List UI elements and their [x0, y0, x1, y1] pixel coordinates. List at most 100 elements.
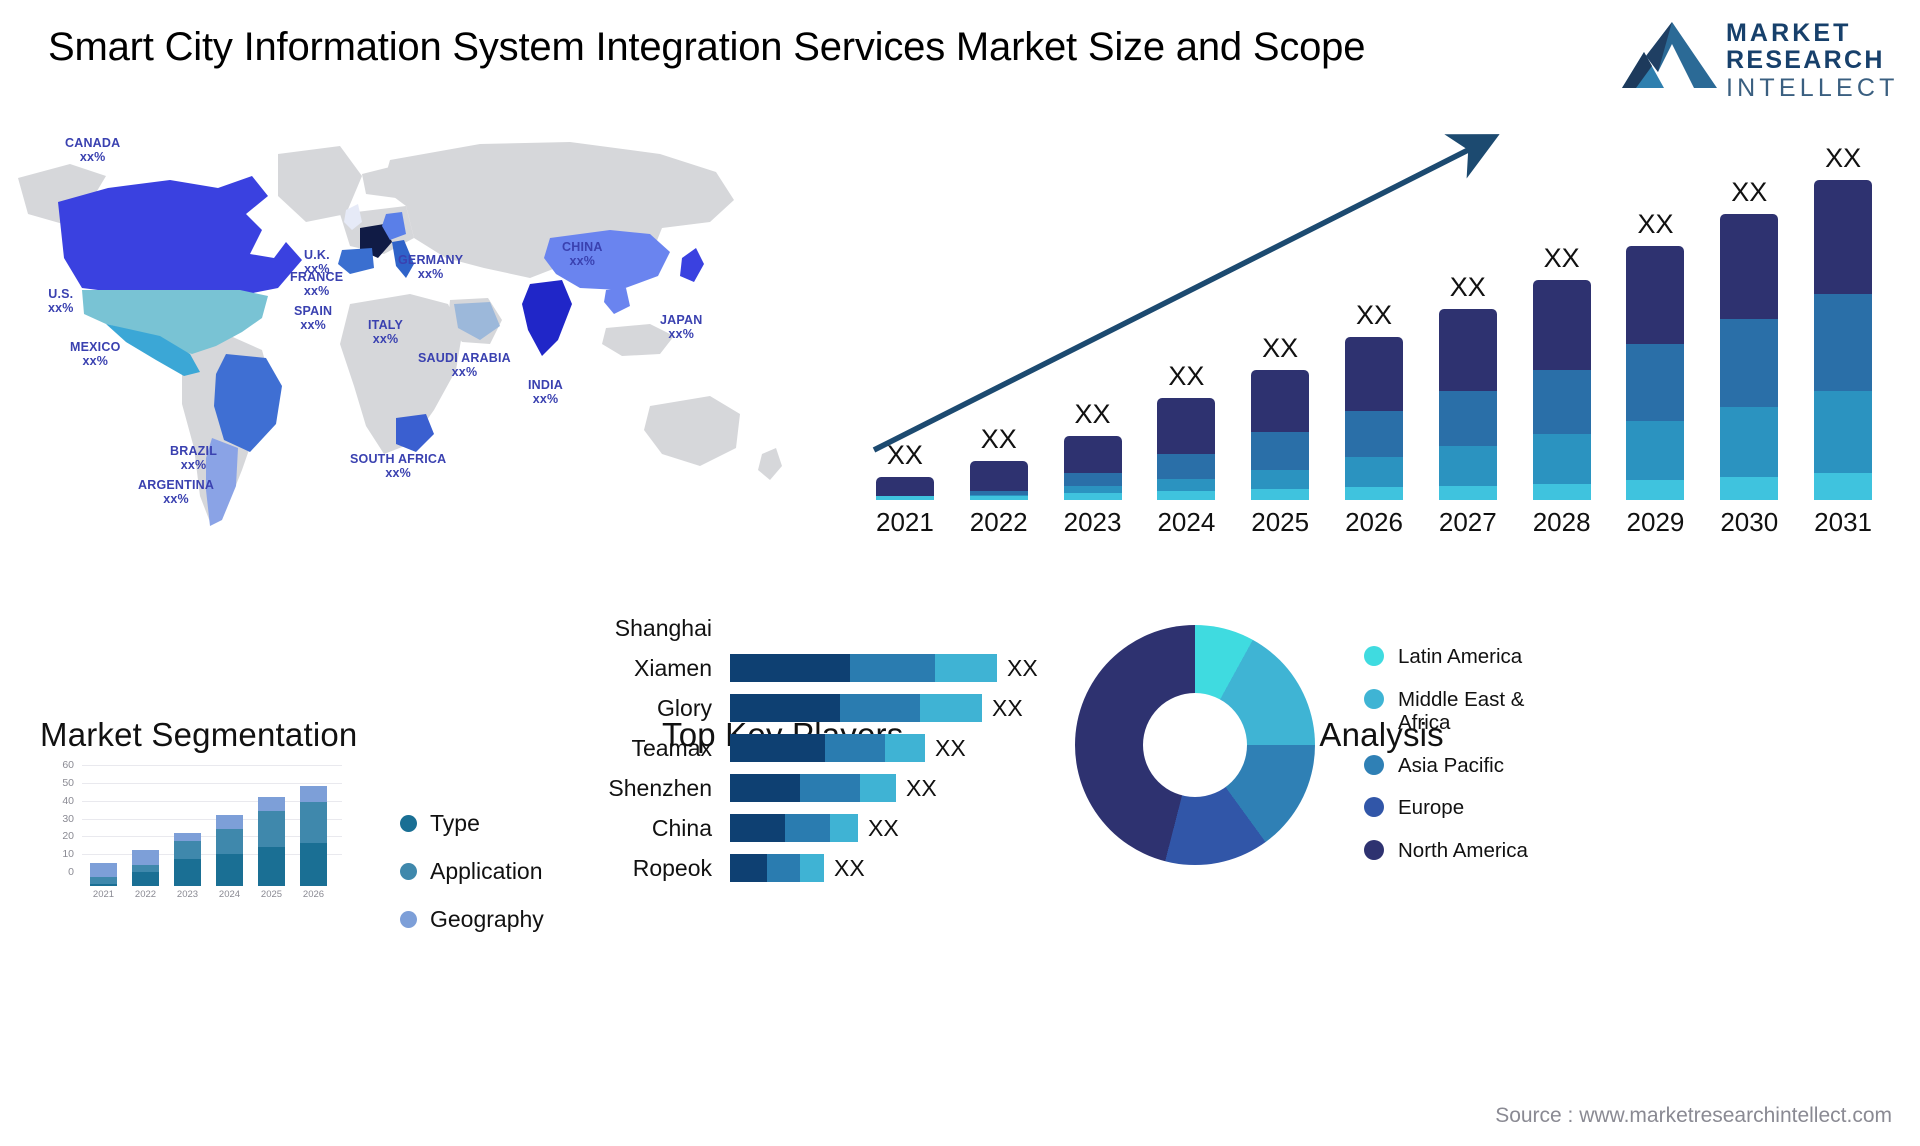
forecast-bar-value: XX: [1262, 332, 1299, 363]
forecast-bar-segment-4: [1251, 489, 1310, 500]
player-bar-value: XX: [868, 814, 899, 841]
map-label-saudi-arabia: SAUDI ARABIA xx%: [418, 351, 511, 379]
segmentation-segment-geography: [90, 862, 117, 878]
legend-dot-icon: [400, 911, 417, 928]
forecast-bar-value: XX: [1731, 176, 1768, 207]
forecast-bar-segment-4: [1345, 487, 1403, 500]
forecast-bar-segment-3: [1157, 478, 1216, 492]
infographic-root: Smart City Information System Integratio…: [0, 0, 1920, 1146]
segmentation-segment-type: [90, 884, 117, 886]
map-label-mexico: MEXICO xx%: [70, 340, 121, 368]
legend-dot-icon: [400, 863, 417, 880]
player-bar-value: XX: [906, 774, 937, 801]
logo-wordmark: MARKET RESEARCH INTELLECT: [1726, 20, 1899, 103]
regional-legend-item: Middle East & Africa: [1364, 688, 1528, 735]
forecast-bar-2024: XX 2024: [1157, 361, 1216, 537]
forecast-bar-2021: XX 2021: [875, 440, 934, 537]
forecast-bar-value: XX: [1355, 300, 1393, 331]
player-bar-segment-1: [730, 694, 840, 722]
forecast-bar-value: XX: [1074, 398, 1111, 429]
forecast-bar-segment-1: [1157, 398, 1216, 454]
forecast-year-label: 2029: [1626, 507, 1685, 537]
player-bar-segment-3: [920, 694, 982, 722]
forecast-bar-segment-1: [1720, 213, 1779, 320]
segmentation-x-label: 2026: [302, 889, 325, 900]
player-bar-segment-1: [730, 774, 800, 802]
regional-legend-label: Latin America: [1398, 645, 1523, 668]
player-name: China: [651, 814, 712, 841]
player-bar-segment-2: [840, 694, 920, 722]
map-country-value: xx%: [163, 492, 189, 506]
regional-legend-label: Asia Pacific: [1398, 753, 1504, 777]
segmentation-legend-label: Geography: [430, 906, 544, 932]
regional-analysis-legend: Latin America Middle East & Africa Asia Pa…: [1364, 645, 1528, 881]
forecast-bar-segment-3: [1345, 457, 1403, 488]
map-country-name: INDIA: [528, 378, 564, 392]
map-country-name: U.K.: [304, 248, 330, 262]
segmentation-segment-geography: [216, 814, 243, 829]
segmentation-bar-2021: 2021: [90, 862, 117, 900]
map-label-u-s: U.S. xx%: [48, 287, 74, 315]
map-label-france: FRANCE xx%: [290, 270, 343, 298]
map-country-name: CHINA: [562, 240, 603, 254]
forecast-bar-segment-3: [1626, 421, 1685, 481]
legend-dot-icon: [1364, 754, 1384, 775]
regional-legend-item: Europe: [1364, 796, 1528, 820]
map-label-china: CHINA xx%: [562, 240, 603, 268]
player-row-china: China XX: [652, 814, 899, 842]
donut-hole: [1143, 693, 1247, 797]
segmentation-segment-geography: [174, 832, 201, 842]
segmentation-bar-2025: 2025: [258, 796, 285, 900]
segmentation-x-label: 2024: [218, 889, 241, 900]
segmentation-segment-application: [132, 864, 159, 872]
forecast-bar-segment-4: [1814, 473, 1873, 500]
map-label-south-africa: SOUTH AFRICA xx%: [350, 452, 446, 480]
map-country-value: xx%: [668, 327, 695, 341]
market-research-intellect-logo: MARKET RESEARCH INTELLECT: [1618, 16, 1894, 102]
forecast-bar-2030: XX 2030: [1720, 177, 1779, 537]
map-country-name: FRANCE: [290, 270, 344, 284]
forecast-bar-segment-1: [1626, 246, 1685, 345]
regional-legend-label: North America: [1398, 838, 1528, 862]
forecast-bar-segment-2: [1532, 369, 1591, 434]
segmentation-segment-application: [300, 802, 327, 844]
player-bar-segment-3: [860, 774, 896, 802]
legend-dot-icon: [1364, 839, 1384, 860]
segmentation-y-tick: 10: [62, 848, 74, 861]
segmentation-y-tick: 20: [62, 830, 74, 843]
forecast-bar-segment-2: [1720, 319, 1779, 408]
player-bar-segment-3: [885, 734, 925, 762]
legend-dot-icon: [1364, 688, 1384, 709]
forecast-bar-segment-1: [1251, 369, 1310, 433]
forecast-bar-segment-3: [1720, 407, 1779, 477]
legend-dot-icon: [1364, 646, 1384, 666]
forecast-bar-value: XX: [1543, 243, 1580, 274]
map-country-name: SPAIN: [294, 304, 333, 318]
map-country-name: ARGENTINA: [138, 478, 215, 492]
forecast-bar-segment-4: [1157, 491, 1216, 500]
segmentation-legend-label: Type: [430, 810, 480, 836]
source-text: Source : www.marketresearchintellect.com: [1495, 1104, 1892, 1127]
map-label-italy: ITALY xx%: [368, 318, 403, 346]
player-bar-segment-3: [800, 854, 824, 882]
forecast-bar-segment-4: [1720, 476, 1779, 500]
logo-mountain-icon: [1622, 22, 1717, 88]
forecast-bar-segment-4: [875, 496, 934, 500]
player-bar: [730, 734, 925, 762]
map-country-name: JAPAN: [660, 313, 703, 327]
map-country-value: xx%: [300, 318, 326, 332]
map-country-value: xx%: [79, 150, 106, 164]
map-country-name: ITALY: [368, 318, 404, 332]
segmentation-gridline: [82, 782, 342, 784]
market-segmentation-title: Market Segmentation: [40, 716, 358, 753]
forecast-bar-2027: XX 2027: [1438, 272, 1497, 537]
map-country-name: BRAZIL: [170, 444, 218, 458]
forecast-bar-segment-4: [1438, 485, 1497, 500]
player-bar: [730, 814, 858, 842]
map-country-value: xx%: [303, 284, 330, 298]
market-segmentation-chart: 10 20 30 40 50 60 0 2021 2022 2023 2024 2025 2026: [40, 759, 360, 900]
forecast-bar-segment-3: [1438, 446, 1497, 486]
segmentation-x-label: 2025: [260, 889, 283, 900]
map-country-value: xx%: [48, 301, 74, 315]
player-bar-segment-3: [935, 654, 997, 682]
